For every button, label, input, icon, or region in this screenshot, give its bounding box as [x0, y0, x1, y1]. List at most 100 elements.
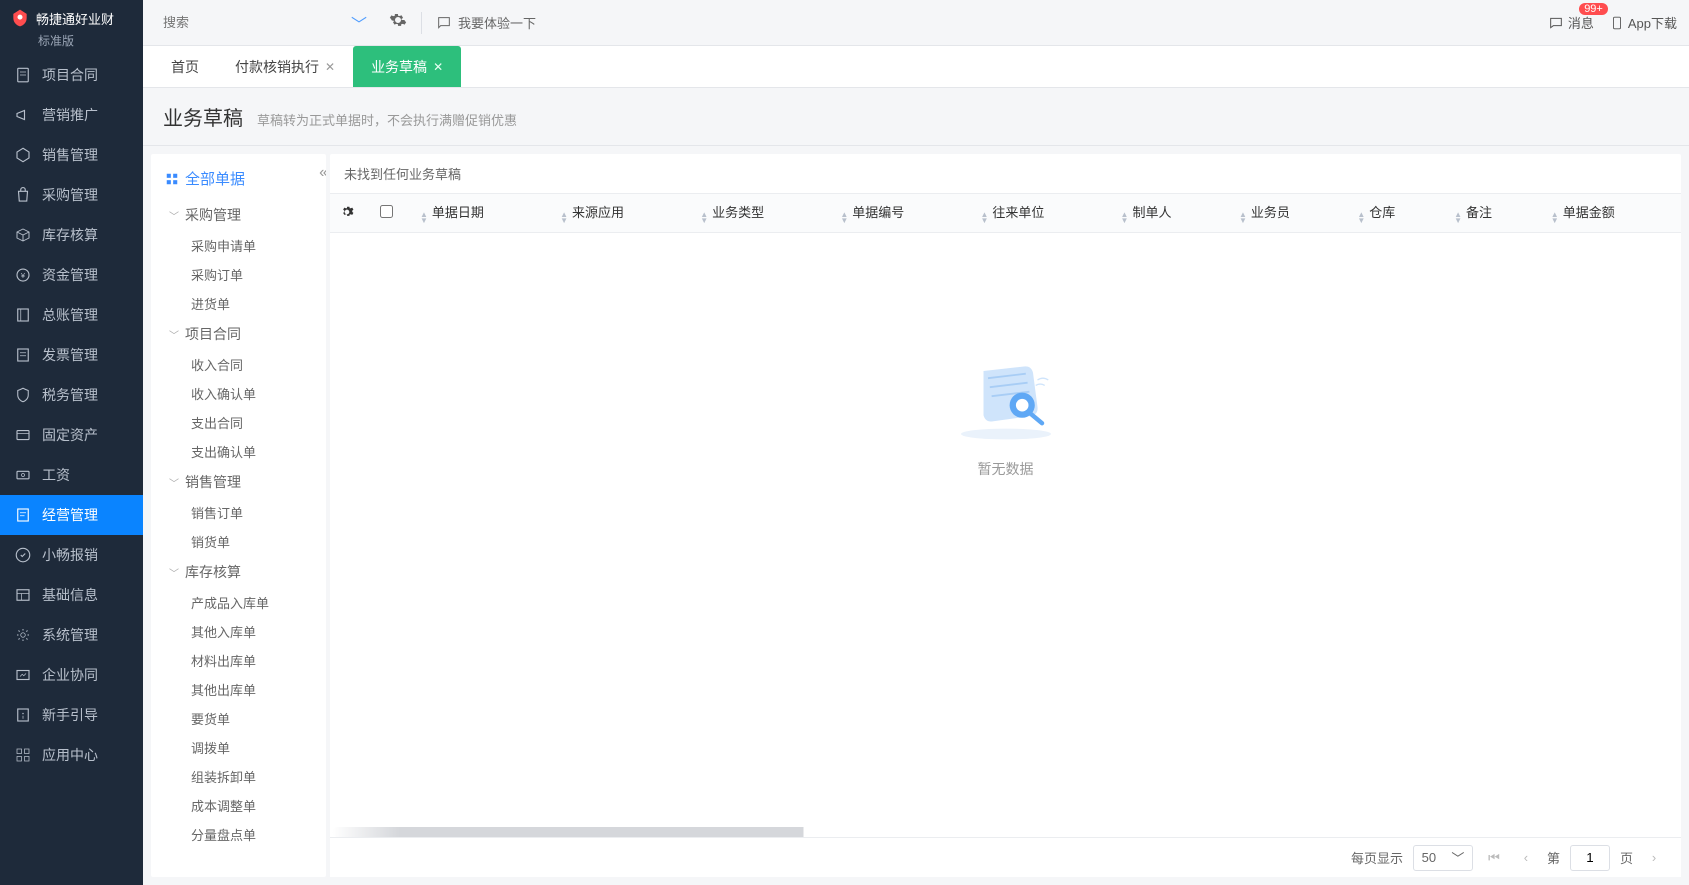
- sidebar-item-8[interactable]: 税务管理: [0, 375, 143, 415]
- category-group-1[interactable]: ﹀项目合同: [151, 318, 326, 350]
- sidebar-item-16[interactable]: 新手引导: [0, 695, 143, 735]
- sidebar-item-12[interactable]: 小畅报销: [0, 535, 143, 575]
- category-item-1-3[interactable]: 支出确认单: [151, 437, 326, 466]
- sidebar-item-6[interactable]: 总账管理: [0, 295, 143, 335]
- brand-name: 畅捷通好业财: [36, 9, 114, 28]
- empty-text: 暂无数据: [978, 459, 1034, 479]
- category-item-0-2[interactable]: 进货单: [151, 289, 326, 318]
- topbar: ﹀ 我要体验一下 消息 99+ App下载: [143, 0, 1689, 46]
- column-label: 仓库: [1369, 205, 1395, 220]
- search-input[interactable]: [163, 15, 323, 30]
- horizontal-scrollbar[interactable]: [332, 827, 1679, 837]
- column-header-4[interactable]: ▲▼往来单位: [970, 194, 1110, 233]
- column-header-7[interactable]: ▲▼ 仓库: [1347, 194, 1444, 233]
- sidebar-item-label: 基础信息: [42, 585, 98, 605]
- sidebar-item-15[interactable]: 企业协同: [0, 655, 143, 695]
- sidebar-item-1[interactable]: 营销推广: [0, 95, 143, 135]
- column-label: 制单人: [1132, 205, 1171, 220]
- sidebar-item-17[interactable]: 应用中心: [0, 735, 143, 775]
- first-page-button[interactable]: ⏮: [1483, 847, 1505, 869]
- category-item-0-0[interactable]: 采购申请单: [151, 231, 326, 260]
- column-header-2[interactable]: ▲▼业务类型: [690, 194, 830, 233]
- sidebar-item-label: 固定资产: [42, 425, 98, 445]
- data-panel: 未找到任何业务草稿 ▲▼单据日期▲▼来源应用▲▼业务类型▲▼单据编号▲▼往来单位…: [330, 154, 1681, 877]
- category-item-3-6[interactable]: 组装拆卸单: [151, 762, 326, 791]
- checkbox[interactable]: [380, 205, 393, 218]
- sidebar-item-14[interactable]: 系统管理: [0, 615, 143, 655]
- sidebar-item-3[interactable]: 采购管理: [0, 175, 143, 215]
- sort-icon: ▲▼: [1121, 212, 1129, 224]
- prev-page-button[interactable]: ‹: [1515, 847, 1537, 869]
- close-icon[interactable]: ✕: [325, 60, 335, 74]
- column-label: 来源应用: [572, 205, 624, 220]
- category-item-0-1[interactable]: 采购订单: [151, 260, 326, 289]
- chevron-down-icon: ﹀: [1451, 848, 1464, 867]
- sidebar-item-label: 经营管理: [42, 505, 98, 525]
- category-item-3-0[interactable]: 产成品入库单: [151, 588, 326, 617]
- chevron-down-icon[interactable]: ﹀: [351, 11, 367, 35]
- ledger-icon: [14, 306, 32, 324]
- sidebar-item-label: 企业协同: [42, 665, 98, 685]
- tab-1[interactable]: 付款核销执行✕: [217, 46, 353, 87]
- sidebar-item-11[interactable]: 经营管理: [0, 495, 143, 535]
- category-item-1-1[interactable]: 收入确认单: [151, 379, 326, 408]
- column-label: 单据编号: [852, 205, 904, 220]
- messages-button[interactable]: 消息 99+: [1548, 13, 1594, 32]
- column-header-3[interactable]: ▲▼ 单据编号: [830, 194, 970, 233]
- column-header-1[interactable]: ▲▼来源应用: [550, 194, 690, 233]
- category-item-3-2[interactable]: 材料出库单: [151, 646, 326, 675]
- close-icon[interactable]: ✕: [433, 60, 443, 74]
- settings-gear-icon[interactable]: [389, 11, 407, 34]
- select-all-checkbox[interactable]: [370, 194, 410, 233]
- tab-label: 业务草稿: [371, 57, 427, 77]
- category-item-2-0[interactable]: 销售订单: [151, 498, 326, 527]
- chevron-down-icon: ﹀: [169, 475, 179, 490]
- data-table: ▲▼单据日期▲▼来源应用▲▼业务类型▲▼单据编号▲▼往来单位▲▼制单人▲▼业务员…: [330, 193, 1681, 233]
- phone-icon: [1610, 16, 1624, 30]
- category-item-3-4[interactable]: 要货单: [151, 704, 326, 733]
- sidebar-item-7[interactable]: 发票管理: [0, 335, 143, 375]
- sidebar-item-9[interactable]: 固定资产: [0, 415, 143, 455]
- tab-2[interactable]: 业务草稿 ✕: [353, 46, 461, 87]
- column-header-8[interactable]: ▲▼备注: [1444, 194, 1541, 233]
- category-group-label: 库存核算: [185, 562, 241, 582]
- category-group-2[interactable]: ﹀销售管理: [151, 466, 326, 498]
- all-docs-label: 全部单据: [185, 168, 245, 189]
- category-item-3-1[interactable]: 其他入库单: [151, 617, 326, 646]
- sidebar-item-0[interactable]: 项目合同: [0, 55, 143, 95]
- table-settings-button[interactable]: [330, 194, 370, 233]
- sidebar-item-5[interactable]: ¥资金管理: [0, 255, 143, 295]
- tab-0[interactable]: 首页: [153, 46, 217, 87]
- column-header-9[interactable]: ▲▼单据金额: [1541, 194, 1681, 233]
- collapse-panel-icon[interactable]: «: [319, 164, 326, 182]
- sidebar-item-10[interactable]: 工资: [0, 455, 143, 495]
- messages-badge: 99+: [1579, 3, 1608, 15]
- category-item-3-5[interactable]: 调拨单: [151, 733, 326, 762]
- column-header-6[interactable]: ▲▼业务员: [1229, 194, 1347, 233]
- page-number-input[interactable]: [1570, 845, 1610, 871]
- page-header: 业务草稿 草稿转为正式单据时，不会执行满赠促销优惠: [143, 88, 1689, 146]
- next-page-button[interactable]: ›: [1643, 847, 1665, 869]
- sidebar-item-4[interactable]: 库存核算: [0, 215, 143, 255]
- sort-icon: ▲▼: [1357, 212, 1365, 224]
- category-item-1-0[interactable]: 收入合同: [151, 350, 326, 379]
- all-docs-button[interactable]: 全部单据: [165, 168, 245, 189]
- category-group-3[interactable]: ﹀库存核算: [151, 556, 326, 588]
- page-size-select[interactable]: 50 ﹀: [1413, 845, 1473, 871]
- category-item-3-3[interactable]: 其他出库单: [151, 675, 326, 704]
- search-box[interactable]: ﹀: [155, 7, 375, 39]
- sort-icon: ▲▼: [840, 212, 848, 224]
- column-header-0[interactable]: ▲▼单据日期: [410, 194, 550, 233]
- category-item-3-8[interactable]: 分量盘点单: [151, 820, 326, 849]
- sidebar-item-2[interactable]: 销售管理: [0, 135, 143, 175]
- pagination: 每页显示 50 ﹀ ⏮ ‹ 第 页 ›: [330, 837, 1681, 877]
- app-download-button[interactable]: App下载: [1610, 13, 1677, 32]
- chevron-down-icon: ﹀: [169, 208, 179, 223]
- category-item-2-1[interactable]: 销货单: [151, 527, 326, 556]
- sidebar-item-13[interactable]: 基础信息: [0, 575, 143, 615]
- category-item-3-7[interactable]: 成本调整单: [151, 791, 326, 820]
- category-item-1-2[interactable]: 支出合同: [151, 408, 326, 437]
- experience-link[interactable]: 我要体验一下: [436, 13, 536, 32]
- category-group-0[interactable]: ﹀采购管理: [151, 199, 326, 231]
- column-header-5[interactable]: ▲▼制单人: [1111, 194, 1229, 233]
